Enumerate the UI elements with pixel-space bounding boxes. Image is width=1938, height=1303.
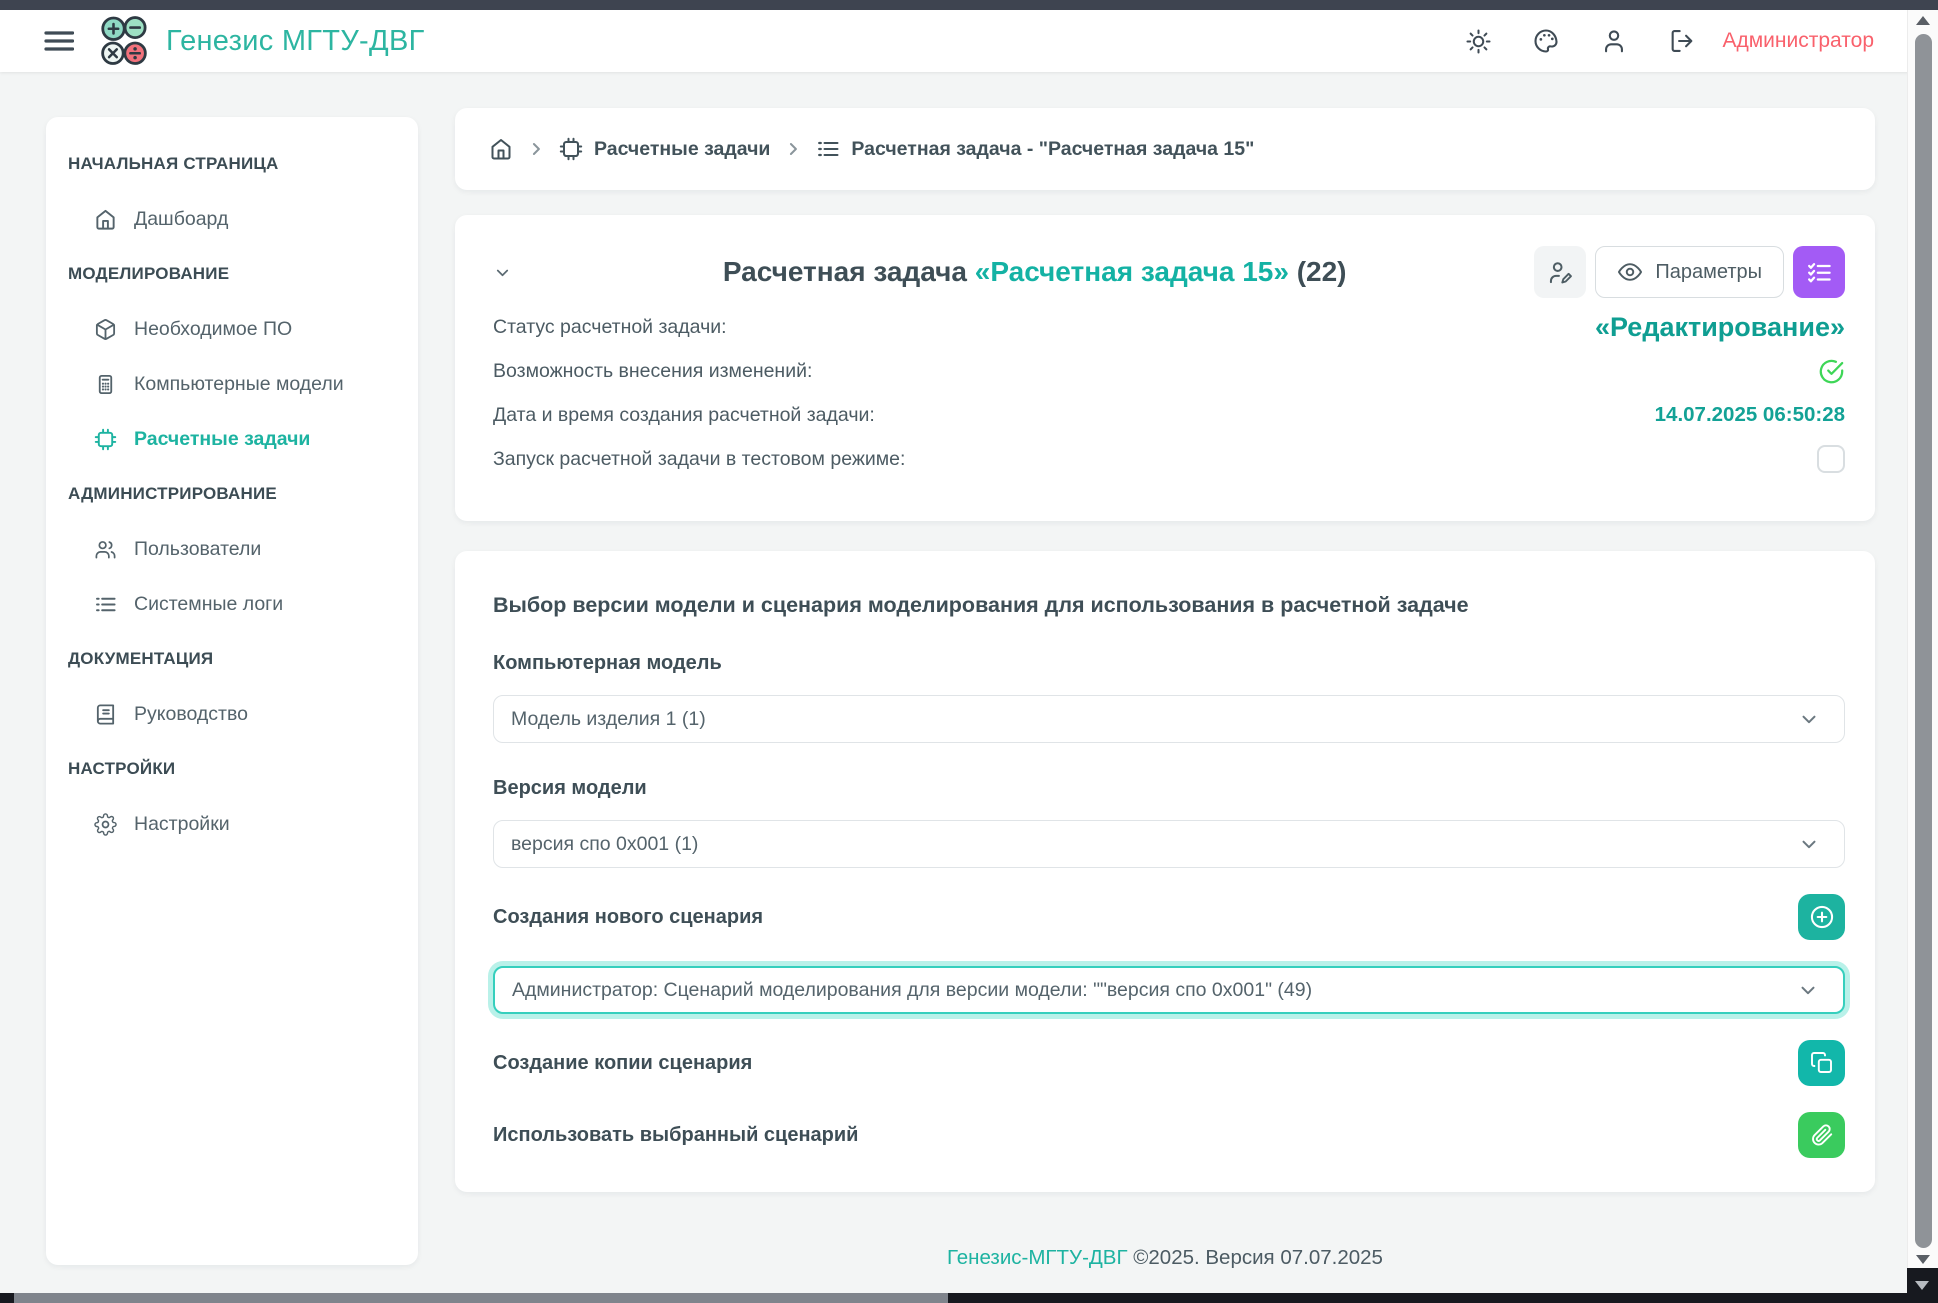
sidebar-item-calculation-tasks[interactable]: Расчетные задачи (46, 428, 418, 450)
computer-model-label: Компьютерная модель (493, 652, 722, 674)
use-scenario-row: Использовать выбранный сценарий (493, 1112, 1845, 1158)
logout-icon[interactable] (1668, 27, 1696, 55)
menu-toggle-button[interactable] (42, 25, 74, 57)
breadcrumb-tasks[interactable]: Расчетные задачи (559, 137, 770, 161)
page-footer: Генезис-МГТУ-ДВГ ©2025. Версия 07.07.202… (455, 1246, 1875, 1270)
book-icon (96, 703, 115, 725)
cpu-icon (559, 137, 583, 161)
new-scenario-label: Создания нового сценария (493, 905, 764, 928)
browser-top-edge (0, 0, 1938, 10)
created-value: 14.07.2025 06:50:28 (1654, 403, 1845, 426)
scrollbar-corner[interactable] (1907, 1268, 1938, 1303)
scroll-down-arrow[interactable] (1916, 1255, 1930, 1264)
model-version-label: Версия модели (493, 777, 647, 799)
model-version-select[interactable]: версия спо 0x001 (1) (493, 820, 1845, 868)
chevron-right-icon (526, 139, 546, 159)
horizontal-scrollbar[interactable] (0, 1293, 1907, 1303)
task-card: Расчетная задача «Расчетная задача 15» (… (455, 215, 1875, 521)
status-label: Статус расчетной задачи: (493, 315, 727, 338)
editable-label: Возможность внесения изменений: (493, 359, 813, 382)
created-label: Дата и время создания расчетной задачи: (493, 403, 875, 426)
sidebar-section-documentation: ДОКУМЕНТАЦИЯ (68, 649, 214, 668)
theme-toggle-icon[interactable] (1465, 28, 1492, 55)
scroll-down-arrow (1915, 1281, 1929, 1290)
sidebar-section-administration: АДМИНИСТРИРОВАНИЕ (68, 484, 277, 503)
user-icon[interactable] (1600, 27, 1628, 55)
sidebar-item-settings[interactable]: Настройки (46, 812, 418, 836)
sidebar-section-settings: НАСТРОЙКИ (68, 759, 176, 778)
copy-scenario-row: Создание копии сценария (493, 1040, 1845, 1086)
app-window: Генезис МГТУ-ДВГ Администратор НАЧАЛЬНАЯ… (0, 0, 1938, 1303)
sidebar-item-manual[interactable]: Руководство (46, 703, 418, 725)
vertical-scrollbar-thumb[interactable] (1915, 34, 1932, 1248)
sidebar-section-home: НАЧАЛЬНАЯ СТРАНИЦА (68, 154, 279, 173)
user-edit-icon (1549, 261, 1572, 284)
calculator-icon (98, 374, 113, 394)
editable-row: Возможность внесения изменений: (493, 351, 1845, 391)
list-icon (96, 597, 116, 611)
scroll-up-arrow[interactable] (1916, 16, 1930, 25)
add-scenario-button[interactable] (1798, 894, 1845, 940)
home-icon (491, 139, 511, 160)
test-mode-label: Запуск расчетной задачи в тестовом режим… (493, 447, 906, 470)
chevron-down-icon (1798, 708, 1820, 730)
list-icon (818, 141, 840, 157)
sidebar-item-dashboard[interactable]: Дашбоард (46, 208, 418, 230)
footer-brand-link[interactable]: Генезис-МГТУ-ДВГ (947, 1246, 1128, 1269)
status-row: Статус расчетной задачи: «Редактирование… (493, 307, 1845, 347)
chevron-right-icon (783, 139, 803, 159)
sidebar: НАЧАЛЬНАЯ СТРАНИЦА Дашбоард МОДЕЛИРОВАНИ… (46, 117, 418, 1265)
sidebar-item-system-logs[interactable]: Системные логи (46, 593, 418, 615)
copy-icon (1810, 1052, 1832, 1073)
test-mode-row: Запуск расчетной задачи в тестовом режим… (493, 439, 1845, 479)
home-icon (96, 209, 115, 230)
computer-model-select[interactable]: Модель изделия 1 (1) (493, 695, 1845, 743)
cpu-icon (94, 428, 117, 450)
sidebar-item-users[interactable]: Пользователи (46, 538, 418, 560)
main-content: Расчетные задачи Расчетная задача - "Рас… (455, 70, 1875, 1270)
copy-scenario-label: Создание копии сценария (493, 1051, 753, 1074)
app-title: Генезис МГТУ-ДВГ (166, 24, 425, 57)
status-value: «Редактирование» (1594, 311, 1845, 342)
sidebar-section-modeling: МОДЕЛИРОВАНИЕ (68, 264, 230, 283)
check-circle-icon (1818, 358, 1845, 385)
sidebar-item-computer-models[interactable]: Компьютерные модели (46, 373, 418, 395)
footer-version-text: ©2025. Версия 07.07.2025 (1133, 1246, 1383, 1269)
use-scenario-label: Использовать выбранный сценарий (493, 1123, 859, 1146)
plus-circle-icon (1810, 905, 1833, 929)
sidebar-item-required-software[interactable]: Необходимое ПО (46, 318, 418, 340)
new-scenario-row: Создания нового сценария (493, 894, 1845, 940)
users-icon (95, 540, 116, 559)
checklist-icon (1807, 262, 1831, 282)
palette-icon[interactable] (1532, 27, 1560, 55)
vertical-scrollbar[interactable] (1907, 10, 1938, 1268)
app-logo (96, 13, 152, 69)
edit-user-button[interactable] (1534, 246, 1587, 298)
user-role-label[interactable]: Администратор (1722, 29, 1874, 53)
breadcrumb: Расчетные задачи Расчетная задача - "Рас… (455, 108, 1875, 190)
task-name: «Расчетная задача 15» (974, 256, 1289, 287)
eye-icon (1618, 263, 1643, 281)
parameters-button[interactable]: Параметры (1595, 246, 1784, 298)
gear-icon (94, 812, 117, 836)
box-icon (95, 318, 116, 340)
breadcrumb-home[interactable] (489, 137, 513, 161)
breadcrumb-current-task[interactable]: Расчетная задача - "Расчетная задача 15" (816, 137, 1254, 161)
task-title: Расчетная задача «Расчетная задача 15» (… (722, 256, 1347, 287)
app-header: Генезис МГТУ-ДВГ Администратор (0, 10, 1938, 72)
paperclip-icon (1811, 1124, 1832, 1146)
chevron-down-icon (1798, 833, 1820, 855)
chevron-down-icon (1797, 979, 1819, 1001)
scenario-select[interactable]: Администратор: Сценарий моделирования дл… (493, 966, 1845, 1014)
scenario-section-heading: Выбор версии модели и сценария моделиров… (493, 593, 1469, 617)
test-mode-checkbox[interactable] (1817, 445, 1845, 473)
collapse-chevron-icon[interactable] (493, 263, 535, 282)
checklist-button[interactable] (1793, 246, 1845, 298)
scenario-card: Выбор версии модели и сценария моделиров… (455, 551, 1875, 1192)
horizontal-scrollbar-thumb[interactable] (14, 1293, 948, 1303)
use-scenario-button[interactable] (1798, 1112, 1845, 1158)
copy-scenario-button[interactable] (1798, 1040, 1845, 1086)
created-row: Дата и время создания расчетной задачи: … (493, 395, 1845, 435)
